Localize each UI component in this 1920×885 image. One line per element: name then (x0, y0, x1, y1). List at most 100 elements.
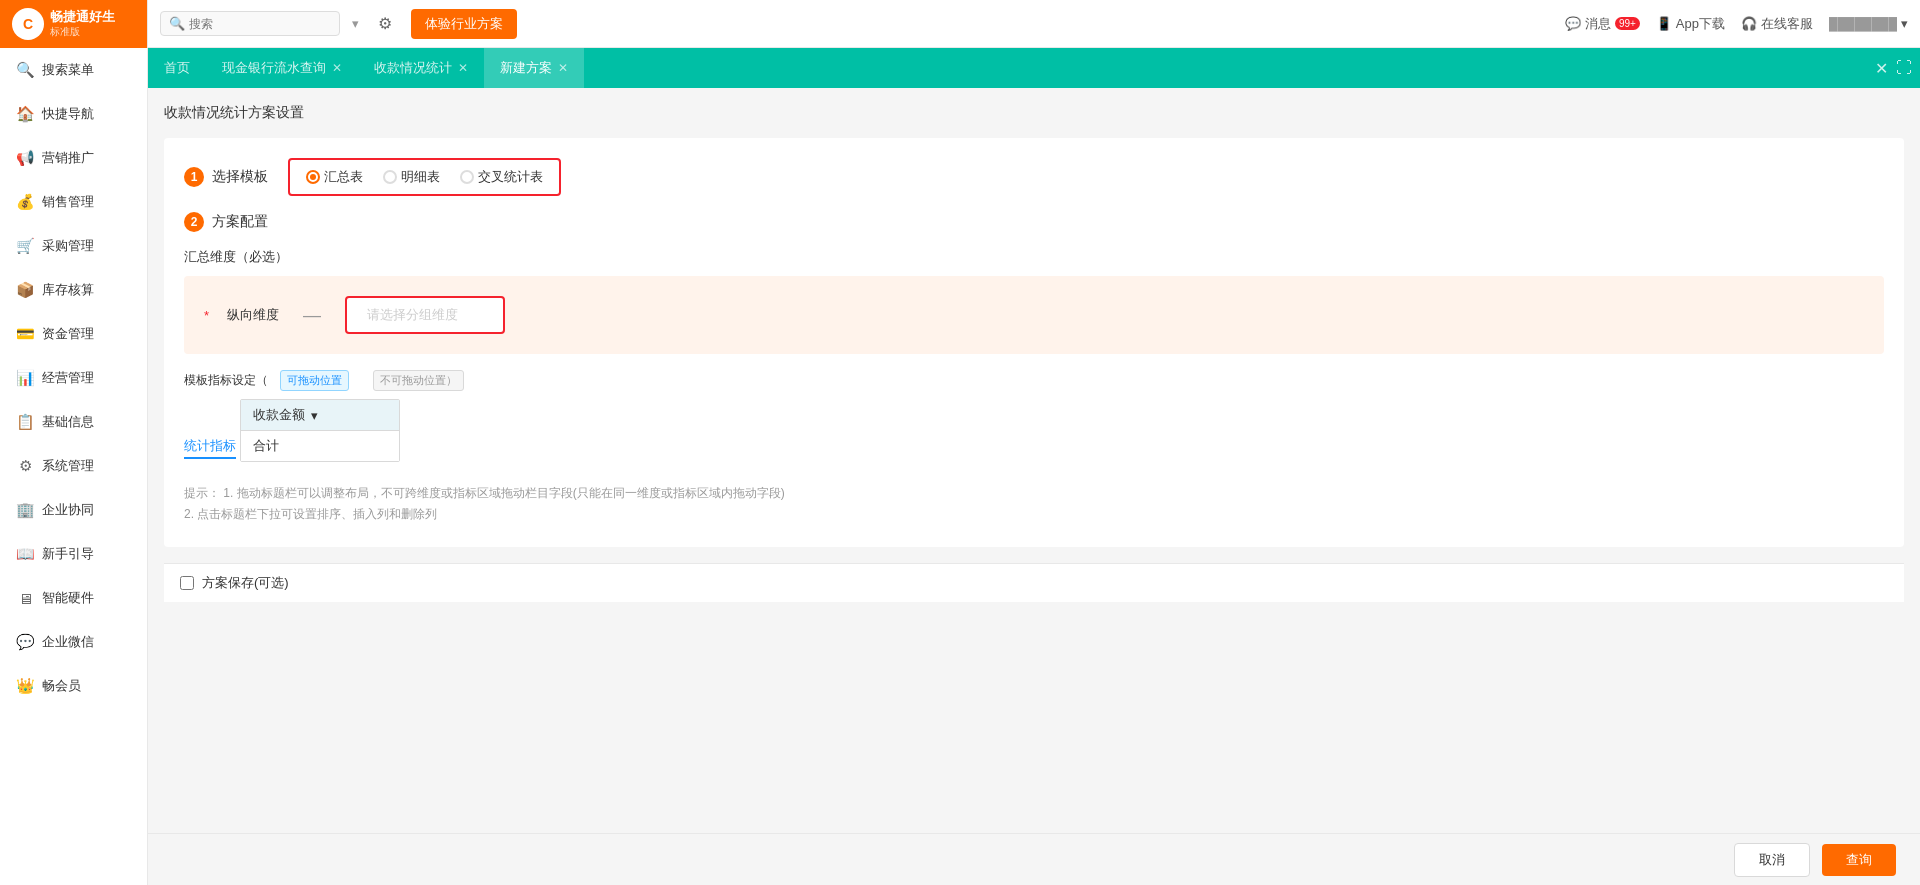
sidebar-item-base[interactable]: 📋 基础信息 (0, 400, 147, 444)
page-title: 收款情况统计方案设置 (164, 104, 1904, 122)
sidebar-item-nav[interactable]: 🏠 快捷导航 (0, 92, 147, 136)
sidebar-item-label: 经营管理 (42, 369, 94, 387)
sidebar-item-hardware[interactable]: 🖥 智能硬件 (0, 576, 147, 620)
system-icon: ⚙ (16, 457, 34, 475)
radio-cross-circle (460, 170, 474, 184)
purchase-icon: 🛒 (16, 237, 34, 255)
summary-dim-title: 汇总维度（必选） (184, 248, 1884, 266)
step2-row: 2 方案配置 (184, 212, 1884, 232)
sidebar-item-wechat[interactable]: 💬 企业微信 (0, 620, 147, 664)
sidebar-item-member[interactable]: 👑 畅会员 (0, 664, 147, 708)
tab-receipts[interactable]: 收款情况统计 ✕ (358, 48, 484, 88)
sidebar-item-finance[interactable]: 💳 资金管理 (0, 312, 147, 356)
sidebar-item-label: 销售管理 (42, 193, 94, 211)
radio-cross[interactable]: 交叉统计表 (460, 168, 543, 186)
radio-summary-label: 汇总表 (324, 168, 363, 186)
sidebar-item-label: 畅会员 (42, 677, 81, 695)
search-menu-icon: 🔍 (16, 61, 34, 79)
metrics-header: 模板指标设定（ 可拖动位置 不可拖动位置） (184, 370, 1884, 391)
user-menu[interactable]: ████████ ▾ (1829, 16, 1908, 31)
settings-card: 1 选择模板 汇总表 明细表 交叉统计表 (164, 138, 1904, 547)
sidebar-item-management[interactable]: 📊 经营管理 (0, 356, 147, 400)
hardware-icon: 🖥 (16, 589, 34, 607)
chevron-down-icon: ▾ (1901, 16, 1908, 31)
sidebar-item-label: 营销推广 (42, 149, 94, 167)
sidebar-item-search[interactable]: 🔍 搜索菜单 (0, 48, 147, 92)
top-header: 🔍 ▾ ⚙ 体验行业方案 💬 消息 99+ 📱 App下载 🎧 在线客服 ███… (148, 0, 1920, 48)
tab-receipts-label: 收款情况统计 (374, 59, 452, 77)
cancel-button[interactable]: 取消 (1734, 843, 1810, 877)
trial-button[interactable]: 体验行业方案 (411, 9, 517, 39)
tab-cashflow[interactable]: 现金银行流水查询 ✕ (206, 48, 358, 88)
sidebar-item-enterprise[interactable]: 🏢 企业协同 (0, 488, 147, 532)
radio-detail-label: 明细表 (401, 168, 440, 186)
radio-detail-circle (383, 170, 397, 184)
tab-new-plan-label: 新建方案 (500, 59, 552, 77)
window-close-icon[interactable]: ✕ (1875, 59, 1888, 78)
tab-new-plan[interactable]: 新建方案 ✕ (484, 48, 584, 88)
metrics-section: 模板指标设定（ 可拖动位置 不可拖动位置） 统计指标 收款金额 ▾ 合计 (184, 370, 1884, 465)
message-button[interactable]: 💬 消息 99+ (1565, 15, 1640, 33)
sidebar-item-marketing[interactable]: 📢 营销推广 (0, 136, 147, 180)
download-icon: 📱 (1656, 16, 1672, 31)
radio-cross-label: 交叉统计表 (478, 168, 543, 186)
metrics-setting-label: 模板指标设定（ (184, 372, 268, 389)
enterprise-icon: 🏢 (16, 501, 34, 519)
sidebar-item-inventory[interactable]: 📦 库存核算 (0, 268, 147, 312)
tab-home[interactable]: 首页 (148, 48, 206, 88)
query-button[interactable]: 查询 (1822, 844, 1896, 876)
logo-sub: 标准版 (50, 25, 115, 39)
tab-receipts-close[interactable]: ✕ (458, 61, 468, 75)
tab-cashflow-label: 现金银行流水查询 (222, 59, 326, 77)
tab-cashflow-close[interactable]: ✕ (332, 61, 342, 75)
tab-home-label: 首页 (164, 59, 190, 77)
stats-label: 统计指标 (184, 437, 236, 459)
tab-new-plan-close[interactable]: ✕ (558, 61, 568, 75)
sidebar-logo: C 畅捷通好生 标准版 (0, 0, 147, 48)
sidebar-item-sales[interactable]: 💰 销售管理 (0, 180, 147, 224)
metrics-col-header[interactable]: 收款金额 ▾ (241, 400, 399, 431)
sidebar-item-label: 企业协同 (42, 501, 94, 519)
sidebar-item-system[interactable]: ⚙ 系统管理 (0, 444, 147, 488)
metrics-table: 收款金额 ▾ 合计 (240, 399, 400, 462)
step2-label: 方案配置 (212, 213, 268, 231)
sidebar-item-guide[interactable]: 📖 新手引导 (0, 532, 147, 576)
vertical-dim-label: 纵向维度 (227, 306, 279, 324)
search-input[interactable] (189, 17, 329, 31)
download-button[interactable]: 📱 App下载 (1656, 15, 1725, 33)
logo-icon: C (12, 8, 44, 40)
tab-bar-actions: ✕ ⛶ (1875, 59, 1920, 78)
dim-select[interactable]: 请选择分组维度 (345, 296, 505, 334)
sidebar-item-label: 采购管理 (42, 237, 94, 255)
download-label: App下载 (1676, 15, 1725, 33)
sidebar-item-label: 搜索菜单 (42, 61, 94, 79)
save-checkbox[interactable] (180, 576, 194, 590)
inventory-icon: 📦 (16, 281, 34, 299)
home-icon: 🏠 (16, 105, 34, 123)
radio-summary-circle (306, 170, 320, 184)
col-header-text: 收款金额 (253, 406, 305, 424)
gear-button[interactable]: ⚙ (371, 10, 399, 38)
wechat-icon: 💬 (16, 633, 34, 651)
step1-row: 1 选择模板 汇总表 明细表 交叉统计表 (184, 158, 1884, 196)
chevron-down-icon: ▾ (311, 408, 318, 423)
sidebar-item-purchase[interactable]: 🛒 采购管理 (0, 224, 147, 268)
member-icon: 👑 (16, 677, 34, 695)
sidebar: C 畅捷通好生 标准版 🔍 搜索菜单 🏠 快捷导航 📢 营销推广 💰 销售管理 … (0, 0, 148, 885)
draggable-badge: 可拖动位置 (280, 370, 349, 391)
sidebar-item-label: 新手引导 (42, 545, 94, 563)
service-button[interactable]: 🎧 在线客服 (1741, 15, 1813, 33)
page-footer: 方案保存(可选) (164, 563, 1904, 602)
radio-summary[interactable]: 汇总表 (306, 168, 363, 186)
window-maximize-icon[interactable]: ⛶ (1896, 59, 1912, 77)
tip-1: 提示： 1. 拖动标题栏可以调整布局，不可跨维度或指标区域拖动栏目字段(只能在同… (184, 485, 1884, 502)
metrics-col-row: 合计 (241, 431, 399, 461)
radio-detail[interactable]: 明细表 (383, 168, 440, 186)
tip-2: 2. 点击标题栏下拉可设置排序、插入列和删除列 (184, 506, 1884, 523)
chevron-down-icon[interactable]: ▾ (352, 16, 359, 31)
search-box[interactable]: 🔍 (160, 11, 340, 36)
tab-bar: 首页 现金银行流水查询 ✕ 收款情况统计 ✕ 新建方案 ✕ ✕ ⛶ (148, 48, 1920, 88)
user-name: ████████ (1829, 17, 1897, 31)
dim-area: * 纵向维度 — 请选择分组维度 (184, 276, 1884, 354)
sales-icon: 💰 (16, 193, 34, 211)
